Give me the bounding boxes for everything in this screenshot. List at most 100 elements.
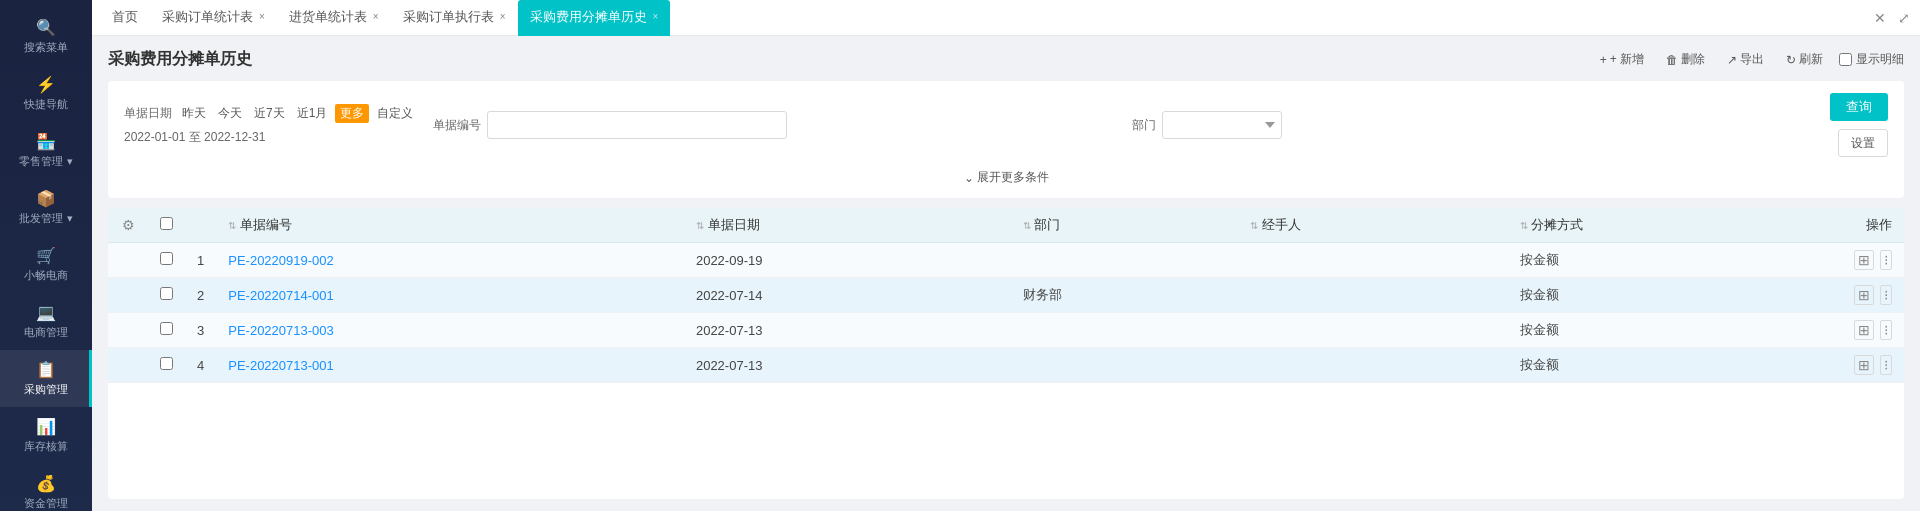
add-button[interactable]: + + 新增 (1594, 48, 1650, 71)
doc-no-link[interactable]: PE-20220714-001 (228, 288, 334, 303)
close-window-icon[interactable]: ✕ (1872, 8, 1888, 28)
cell-handler (1238, 243, 1507, 278)
refresh-button[interactable]: ↻ 刷新 (1780, 48, 1829, 71)
delete-button[interactable]: 🗑 删除 (1660, 48, 1711, 71)
doc-no-link[interactable]: PE-20220919-002 (228, 253, 334, 268)
doc-no-input[interactable] (487, 111, 787, 139)
doc-no-link[interactable]: PE-20220713-003 (228, 323, 334, 338)
col-split-method: ⇅ 分摊方式 (1508, 208, 1824, 243)
doc-no-link[interactable]: PE-20220713-001 (228, 358, 334, 373)
doc-no-label: 单据编号 (433, 117, 481, 134)
more-action-icon[interactable]: ⁝ (1880, 250, 1892, 270)
select-all-checkbox[interactable] (160, 217, 173, 230)
dept-select[interactable]: 财务部 (1162, 111, 1282, 139)
cell-dept (1011, 313, 1238, 348)
date-filter-group: 单据日期 昨天 今天 近7天 近1月 更多 自定义 2022-01-01 至 2… (124, 104, 417, 146)
chevron-down-icon: ⌄ (964, 171, 974, 185)
cell-handler (1238, 348, 1507, 383)
cell-split-method: 按金额 (1508, 278, 1824, 313)
sidebar-item-库存核算[interactable]: 📊 库存核算 (0, 407, 92, 464)
sidebar-item-快捷导航[interactable]: ⚡ 快捷导航 (0, 65, 92, 122)
cell-doc-no: PE-20220919-002 (216, 243, 684, 278)
filter-row-main: 单据日期 昨天 今天 近7天 近1月 更多 自定义 2022-01-01 至 2… (124, 93, 1888, 157)
sort-icon-date: ⇅ (696, 220, 704, 231)
sidebar-icon: 📋 (36, 360, 56, 379)
sidebar-item-采购管理[interactable]: 📋 采购管理 (0, 350, 92, 407)
dept-label: 部门 (1132, 117, 1156, 134)
sidebar-icon: 📦 (36, 189, 56, 208)
cell-settings (108, 243, 148, 278)
last1m-btn[interactable]: 近1月 (293, 104, 332, 123)
tab-close-icon[interactable]: × (500, 11, 506, 22)
sidebar-item-批发管理[interactable]: 📦 批发管理 ▾ (0, 179, 92, 236)
query-button[interactable]: 查询 (1830, 93, 1888, 121)
show-detail-checkbox[interactable]: 显示明细 (1839, 51, 1904, 68)
tab-采购订单执行表[interactable]: 采购订单执行表× (391, 0, 518, 36)
more-action-icon[interactable]: ⁝ (1880, 355, 1892, 375)
tab-采购费用分摊单历史[interactable]: 采购费用分摊单历史 × (518, 0, 671, 36)
expand-conditions-btn[interactable]: ⌄ 展开更多条件 (954, 165, 1059, 190)
table-header: ⚙ ⇅ 单据编号 ⇅ 单据日期 (108, 208, 1904, 243)
tab-label: 进货单统计表 (289, 8, 367, 26)
row-checkbox[interactable] (160, 322, 173, 335)
filter-right-actions: 查询 设置 (1830, 93, 1888, 157)
show-detail-input[interactable] (1839, 53, 1852, 66)
sort-icon-split: ⇅ (1520, 220, 1528, 231)
sidebar-label: 资金管理 (24, 496, 68, 511)
sidebar-label: 采购管理 (24, 382, 68, 397)
today-btn[interactable]: 今天 (214, 104, 246, 123)
row-checkbox[interactable] (160, 252, 173, 265)
doc-no-filter-group: 单据编号 (433, 111, 1115, 139)
cell-dept: 财务部 (1011, 278, 1238, 313)
tab-close-icon[interactable]: × (373, 11, 379, 22)
add-icon: + (1600, 53, 1607, 67)
export-button[interactable]: ↗ 导出 (1721, 48, 1770, 71)
expand-window-icon[interactable]: ⤢ (1896, 8, 1912, 28)
delete-icon: 🗑 (1666, 53, 1678, 67)
more-action-icon[interactable]: ⁝ (1880, 320, 1892, 340)
tab-采购订单统计表[interactable]: 采购订单统计表× (150, 0, 277, 36)
filter-bar: 单据日期 昨天 今天 近7天 近1月 更多 自定义 2022-01-01 至 2… (108, 81, 1904, 198)
cell-checkbox (148, 348, 185, 383)
sidebar-item-搜索菜单[interactable]: 🔍 搜索菜单 (0, 8, 92, 65)
tab-首页[interactable]: 首页 (100, 0, 150, 36)
cell-checkbox (148, 313, 185, 348)
col-checkbox (148, 208, 185, 243)
table-container: ⚙ ⇅ 单据编号 ⇅ 单据日期 (108, 208, 1904, 499)
more-btn[interactable]: 更多 (335, 104, 369, 123)
last7-btn[interactable]: 近7天 (250, 104, 289, 123)
row-checkbox[interactable] (160, 287, 173, 300)
col-actions: 操作 (1824, 208, 1904, 243)
sidebar-item-零售管理[interactable]: 🏪 零售管理 ▾ (0, 122, 92, 179)
row-checkbox[interactable] (160, 357, 173, 370)
cell-doc-date: 2022-09-19 (684, 243, 1011, 278)
cell-settings (108, 278, 148, 313)
tab-close-icon[interactable]: × (653, 11, 659, 22)
view-action-icon[interactable]: ⊞ (1854, 355, 1874, 375)
table-settings-icon[interactable]: ⚙ (122, 217, 135, 233)
sidebar-item-小畅电商[interactable]: 🛒 小畅电商 (0, 236, 92, 293)
page-title: 采购费用分摊单历史 (108, 49, 252, 70)
sort-icon: ⇅ (228, 220, 236, 231)
settings-button[interactable]: 设置 (1838, 129, 1888, 157)
col-doc-no: ⇅ 单据编号 (216, 208, 684, 243)
col-dept: ⇅ 部门 (1011, 208, 1238, 243)
tab-进货单统计表[interactable]: 进货单统计表 × (277, 0, 391, 36)
sidebar-icon: 🛒 (36, 246, 56, 265)
view-action-icon[interactable]: ⊞ (1854, 250, 1874, 270)
tab-label: 采购费用分摊单历史 (530, 8, 647, 26)
view-action-icon[interactable]: ⊞ (1854, 320, 1874, 340)
yesterday-btn[interactable]: 昨天 (178, 104, 210, 123)
col-handler: ⇅ 经手人 (1238, 208, 1507, 243)
sidebar-label: 库存核算 (24, 439, 68, 454)
view-action-icon[interactable]: ⊞ (1854, 285, 1874, 305)
tab-close-icon[interactable]: × (259, 11, 265, 22)
date-filter-label: 单据日期 (124, 105, 172, 122)
more-action-icon[interactable]: ⁝ (1880, 285, 1892, 305)
custom-btn[interactable]: 自定义 (373, 104, 417, 123)
cell-dept (1011, 243, 1238, 278)
sidebar-item-电商管理[interactable]: 💻 电商管理 (0, 293, 92, 350)
sidebar-item-资金管理[interactable]: 💰 资金管理 (0, 464, 92, 511)
sidebar-label: 批发管理 ▾ (19, 211, 72, 226)
cell-checkbox (148, 278, 185, 313)
